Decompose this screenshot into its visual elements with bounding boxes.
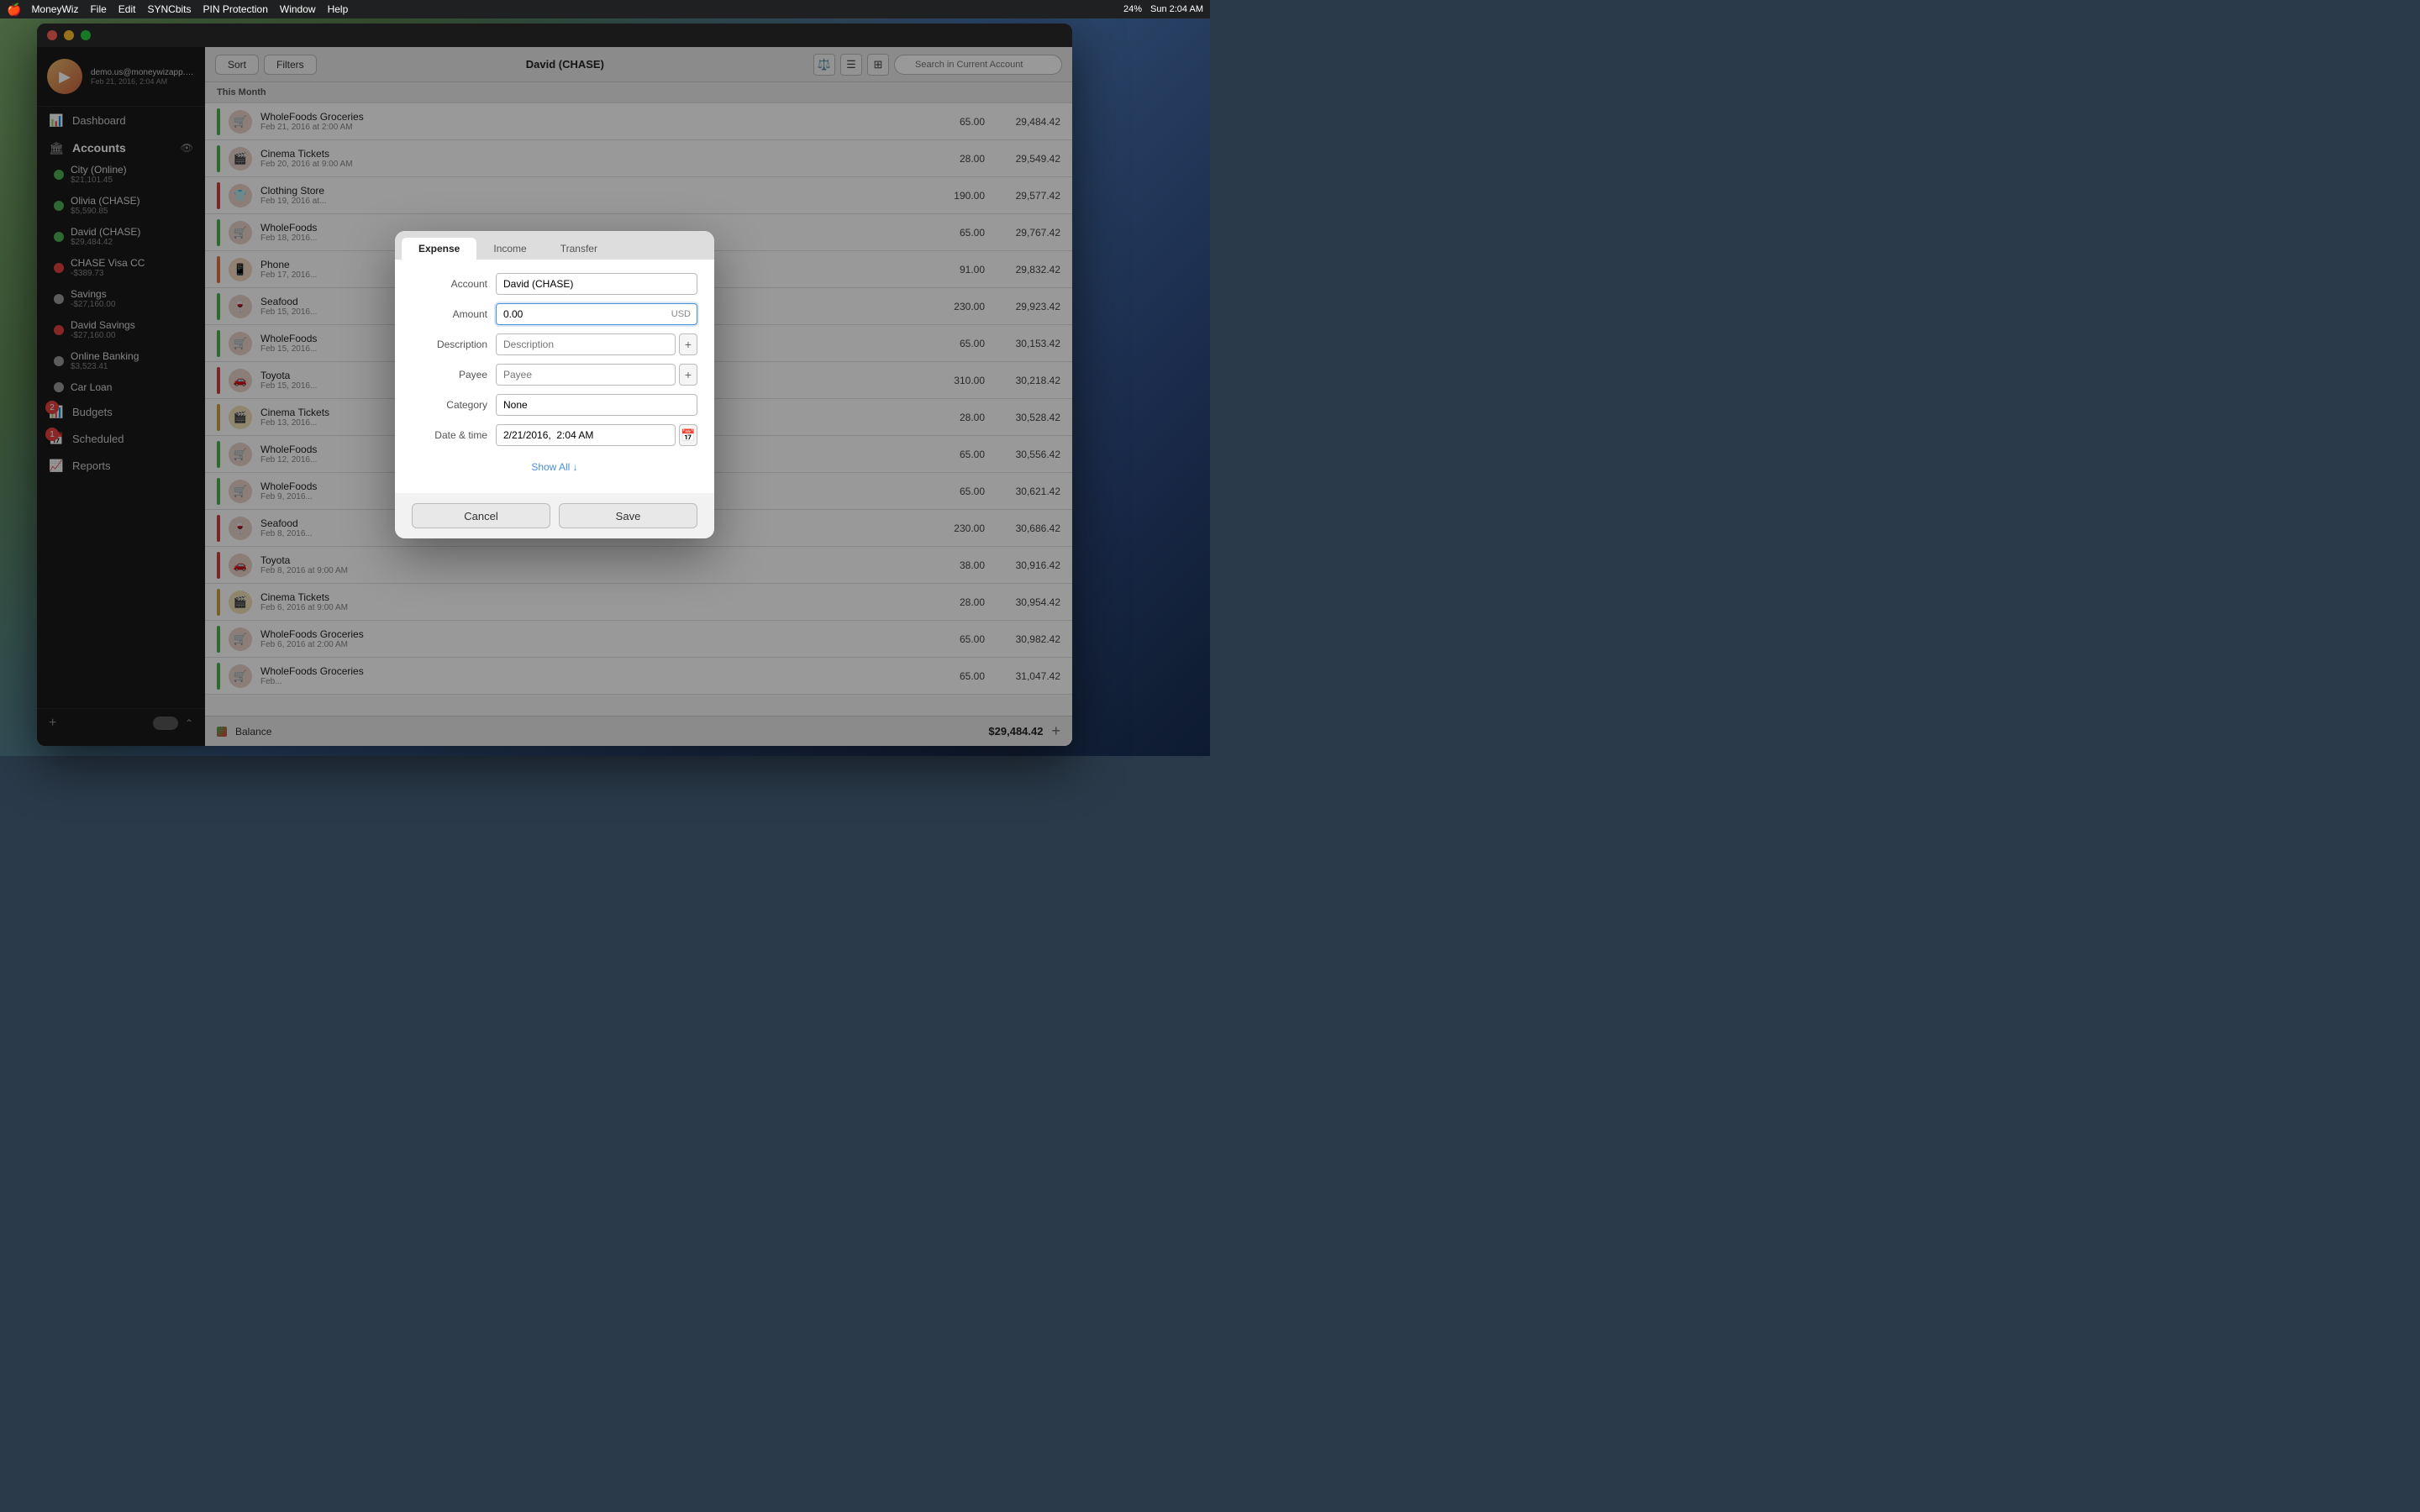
save-button[interactable]: Save xyxy=(559,503,697,528)
payee-field: Payee + xyxy=(412,364,697,386)
payee-input[interactable] xyxy=(496,364,676,386)
tab-expense[interactable]: Expense xyxy=(402,238,476,260)
datetime-input-wrapper: 📅 xyxy=(496,424,697,446)
description-input-wrapper: + xyxy=(496,333,697,355)
menubar-pin[interactable]: PIN Protection xyxy=(203,3,268,15)
payee-field-label: Payee xyxy=(412,369,487,381)
category-input[interactable] xyxy=(496,394,697,416)
description-field-label: Description xyxy=(412,339,487,350)
modal-footer: Cancel Save xyxy=(395,493,714,538)
menubar-syncbits[interactable]: SYNCbits xyxy=(147,3,191,15)
payee-input-wrapper: + xyxy=(496,364,697,386)
account-field: Account xyxy=(412,273,697,295)
description-field: Description + xyxy=(412,333,697,355)
amount-field-label: Amount xyxy=(412,308,487,320)
new-transaction-modal: Expense Income Transfer Account Amount U… xyxy=(395,231,714,538)
account-input[interactable] xyxy=(496,273,697,295)
app-window: ▶ demo.us@moneywizapp.c... Feb 21, 2016,… xyxy=(37,24,1072,746)
menubar-edit[interactable]: Edit xyxy=(118,3,136,15)
cancel-button[interactable]: Cancel xyxy=(412,503,550,528)
payee-plus-button[interactable]: + xyxy=(679,364,697,386)
menubar: 🍎 MoneyWiz File Edit SYNCbits PIN Protec… xyxy=(0,0,1210,18)
amount-wrapper: USD xyxy=(496,303,697,325)
menubar-time: Sun 2:04 AM xyxy=(1150,4,1203,14)
description-plus-button[interactable]: + xyxy=(679,333,697,355)
menubar-battery: 24% xyxy=(1123,4,1142,14)
datetime-field-label: Date & time xyxy=(412,429,487,441)
account-field-label: Account xyxy=(412,278,487,290)
menubar-file[interactable]: File xyxy=(90,3,106,15)
apple-menu[interactable]: 🍎 xyxy=(7,3,21,17)
description-input[interactable] xyxy=(496,333,676,355)
menubar-help[interactable]: Help xyxy=(328,3,349,15)
show-all-button[interactable]: Show All ↓ xyxy=(412,454,697,480)
category-field: Category xyxy=(412,394,697,416)
tab-income[interactable]: Income xyxy=(476,238,543,260)
currency-label: USD xyxy=(671,309,691,319)
amount-input[interactable] xyxy=(496,303,697,325)
tab-transfer[interactable]: Transfer xyxy=(544,238,614,260)
category-field-label: Category xyxy=(412,399,487,411)
modal-overlay[interactable]: Expense Income Transfer Account Amount U… xyxy=(37,24,1072,746)
datetime-field: Date & time 📅 xyxy=(412,424,697,446)
menubar-app-name[interactable]: MoneyWiz xyxy=(31,3,78,15)
calendar-button[interactable]: 📅 xyxy=(679,424,697,446)
datetime-input[interactable] xyxy=(496,424,676,446)
modal-tabs: Expense Income Transfer xyxy=(395,231,714,260)
amount-field: Amount USD xyxy=(412,303,697,325)
menubar-window[interactable]: Window xyxy=(280,3,316,15)
modal-body: Account Amount USD Description xyxy=(395,260,714,493)
